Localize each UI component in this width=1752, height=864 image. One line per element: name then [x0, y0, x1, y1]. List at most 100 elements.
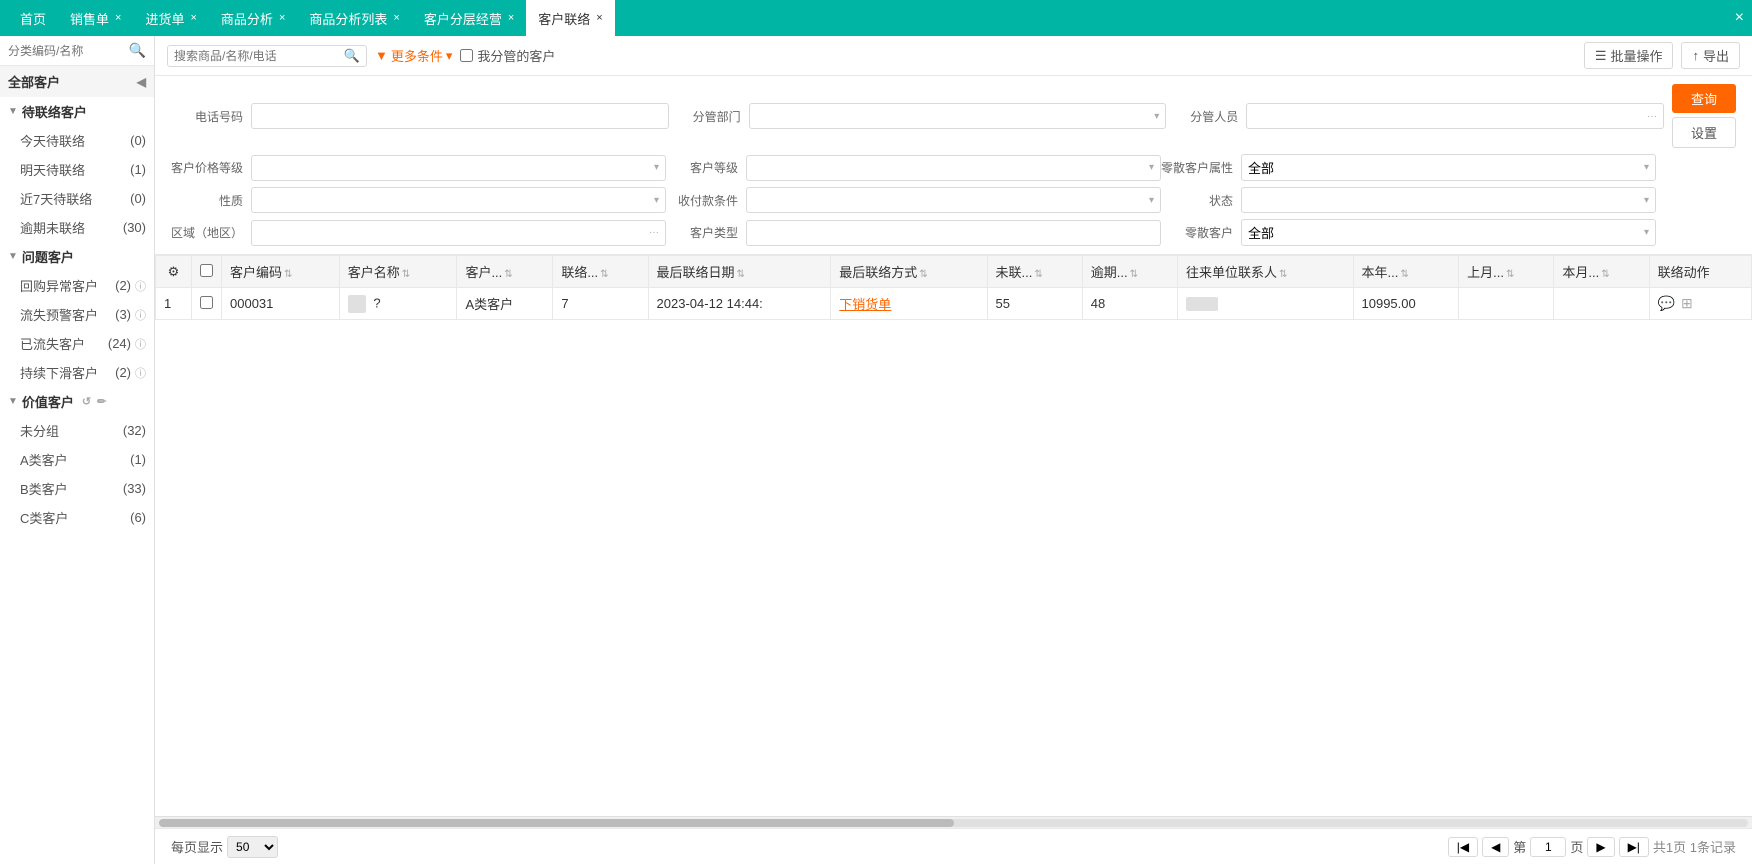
- first-page-button[interactable]: |◀: [1448, 837, 1478, 857]
- filter-cell-region: 区域（地区） ···: [171, 220, 666, 246]
- cell-uncontacted: 55: [987, 288, 1082, 320]
- col-contact-person: 往来单位联系人⇅: [1177, 256, 1353, 288]
- info-icon-declining: ⓘ: [135, 365, 146, 381]
- content-area: 🔍 ▼ 更多条件 ▾ 我分管的客户 ☰ 批量操作 ↑ 导出: [155, 36, 1752, 864]
- col-uncontacted: 未联...⇅: [987, 256, 1082, 288]
- filter-cell-scatter-attr: 零散客户属性 全部 ▾: [1161, 154, 1656, 181]
- my-customers-checkbox-wrap: 我分管的客户: [460, 46, 555, 65]
- filter-right-actions: ☰ 批量操作 ↑ 导出: [1584, 42, 1740, 69]
- filter-label-phone: 电话号码: [171, 108, 251, 125]
- filter-input-person[interactable]: ···: [1246, 103, 1664, 129]
- close-tab-purchase[interactable]: ×: [190, 12, 196, 24]
- sidebar-item-overdue[interactable]: 逾期未联络 (30): [0, 213, 154, 242]
- nav-tab-customer-layer[interactable]: 客户分层经营 ×: [412, 0, 526, 36]
- table-area: ⚙ 客户编码⇅ 客户名称⇅ 客户...⇅ 联络...⇅ 最后联络日期⇅ 最后联络…: [155, 255, 1752, 816]
- sidebar-item-today[interactable]: 今天待联络 (0): [0, 126, 154, 155]
- edit-icon[interactable]: ✏: [97, 395, 106, 408]
- close-tab-analysis-list[interactable]: ×: [393, 12, 399, 24]
- close-tab-customer-layer[interactable]: ×: [508, 12, 514, 24]
- cell-last-month: [1459, 288, 1554, 320]
- query-button[interactable]: 查询: [1672, 84, 1736, 113]
- sidebar-item-a-class[interactable]: A类客户 (1): [0, 445, 154, 474]
- cell-action: 💬 ⊞: [1649, 288, 1751, 320]
- scrollbar-thumb[interactable]: [159, 819, 954, 827]
- filter-input-status[interactable]: ▾: [1241, 187, 1656, 213]
- close-all-button[interactable]: ×: [1735, 9, 1744, 27]
- col-settings[interactable]: ⚙: [156, 256, 192, 288]
- filter-input-phone[interactable]: [251, 103, 669, 129]
- sidebar-item-repurchase-abnormal[interactable]: 回购异常客户 (2) ⓘ: [0, 271, 154, 300]
- export-button[interactable]: ↑ 导出: [1681, 42, 1740, 69]
- nav-tab-customer-contact[interactable]: 客户联络 ×: [526, 0, 614, 36]
- scrollbar-track[interactable]: [159, 819, 1748, 827]
- sidebar-item-b-class[interactable]: B类客户 (33): [0, 474, 154, 503]
- sidebar-item-c-class[interactable]: C类客户 (6): [0, 503, 154, 532]
- col-type: 客户...⇅: [457, 256, 553, 288]
- filter-label-region: 区域（地区）: [171, 224, 251, 241]
- filter-input-scatter-attr[interactable]: 全部 ▾: [1241, 154, 1656, 181]
- page-input[interactable]: [1530, 837, 1566, 857]
- sidebar-item-declining[interactable]: 持续下滑客户 (2) ⓘ: [0, 358, 154, 387]
- cell-contact-person: [1177, 288, 1353, 320]
- col-overdue: 逾期...⇅: [1082, 256, 1177, 288]
- close-tab-sales[interactable]: ×: [115, 12, 121, 24]
- filter-input-cust-grade[interactable]: ▾: [746, 155, 1161, 181]
- sidebar-category-pending[interactable]: ▼ 待联络客户: [0, 97, 154, 126]
- filter-label-nature: 性质: [171, 192, 251, 209]
- filter-input-payment[interactable]: ▾: [746, 187, 1161, 213]
- nav-tab-sales[interactable]: 销售单 ×: [58, 0, 133, 36]
- filter-input-dept[interactable]: ▾: [749, 103, 1167, 129]
- sidebar-category-value[interactable]: ▼ 价值客户 ↺ ✏: [0, 387, 154, 416]
- select-all-checkbox[interactable]: [200, 264, 213, 277]
- my-customers-checkbox[interactable]: [460, 49, 473, 62]
- cell-checkbox[interactable]: [192, 288, 222, 320]
- sidebar-item-ungraded[interactable]: 未分组 (32): [0, 416, 154, 445]
- next-page-button[interactable]: ▶: [1587, 837, 1614, 857]
- sidebar-item-7days[interactable]: 近7天待联络 (0): [0, 184, 154, 213]
- filter-search-input[interactable]: [174, 49, 344, 63]
- batch-op-button[interactable]: ☰ 批量操作: [1584, 42, 1674, 69]
- close-tab-analysis[interactable]: ×: [279, 12, 285, 24]
- close-tab-customer-contact[interactable]: ×: [596, 12, 602, 24]
- nav-home[interactable]: 首页: [8, 0, 58, 36]
- table-header-row: ⚙ 客户编码⇅ 客户名称⇅ 客户...⇅ 联络...⇅ 最后联络日期⇅ 最后联络…: [156, 256, 1752, 288]
- filter-input-price-grade[interactable]: ▾: [251, 155, 666, 181]
- sidebar-search-input[interactable]: [8, 44, 125, 58]
- setting-button[interactable]: 设置: [1672, 117, 1736, 148]
- sidebar-all-customers-header[interactable]: 全部客户 ◀: [0, 66, 154, 97]
- more-filter-arrow: ▾: [446, 48, 453, 64]
- filter-input-scatter[interactable]: 全部 ▾: [1241, 219, 1656, 246]
- filter-input-cust-type[interactable]: [746, 220, 1161, 246]
- chat-icon[interactable]: 💬: [1658, 295, 1675, 312]
- filter-label-price-grade: 客户价格等级: [171, 159, 251, 176]
- filter-cell-cust-type: 客户类型: [666, 220, 1161, 246]
- page-end-label: 页: [1570, 837, 1583, 856]
- prev-page-button[interactable]: ◀: [1482, 837, 1509, 857]
- filter-input-nature[interactable]: ▾: [251, 187, 666, 213]
- filter-label-cust-grade: 客户等级: [666, 159, 746, 176]
- chevron-down-price-grade: ▾: [654, 162, 659, 173]
- nav-tab-analysis[interactable]: 商品分析 ×: [209, 0, 297, 36]
- sidebar-item-churn-warning[interactable]: 流失预警客户 (3) ⓘ: [0, 300, 154, 329]
- sidebar-category-problem[interactable]: ▼ 问题客户: [0, 242, 154, 271]
- col-checkbox[interactable]: [192, 256, 222, 288]
- per-page-select[interactable]: 50 100 200: [227, 836, 278, 858]
- filter-cell-scatter: 零散客户 全部 ▾: [1161, 219, 1656, 246]
- filter-more-button[interactable]: ▼ 更多条件 ▾: [375, 46, 452, 65]
- nav-tab-purchase[interactable]: 进货单 ×: [133, 0, 208, 36]
- nav-tab-analysis-list[interactable]: 商品分析列表 ×: [297, 0, 411, 36]
- sidebar-item-churned[interactable]: 已流失客户 (24) ⓘ: [0, 329, 154, 358]
- row-checkbox[interactable]: [200, 296, 213, 309]
- last-page-button[interactable]: ▶|: [1619, 837, 1649, 857]
- sidebar-item-tomorrow[interactable]: 明天待联络 (1): [0, 155, 154, 184]
- filter-input-region[interactable]: ···: [251, 220, 666, 246]
- action-icons: 💬 ⊞: [1658, 295, 1743, 312]
- refresh-icon[interactable]: ↺: [82, 395, 91, 408]
- cell-last-contact-method[interactable]: 下销货单: [831, 288, 987, 320]
- dots-person: ···: [1647, 111, 1657, 122]
- filter-actions: 查询 设置: [1664, 84, 1736, 148]
- horizontal-scrollbar[interactable]: [155, 816, 1752, 828]
- qr-icon[interactable]: ⊞: [1681, 295, 1693, 312]
- chevron-down-status: ▾: [1644, 195, 1649, 206]
- last-contact-link[interactable]: 下销货单: [839, 297, 891, 312]
